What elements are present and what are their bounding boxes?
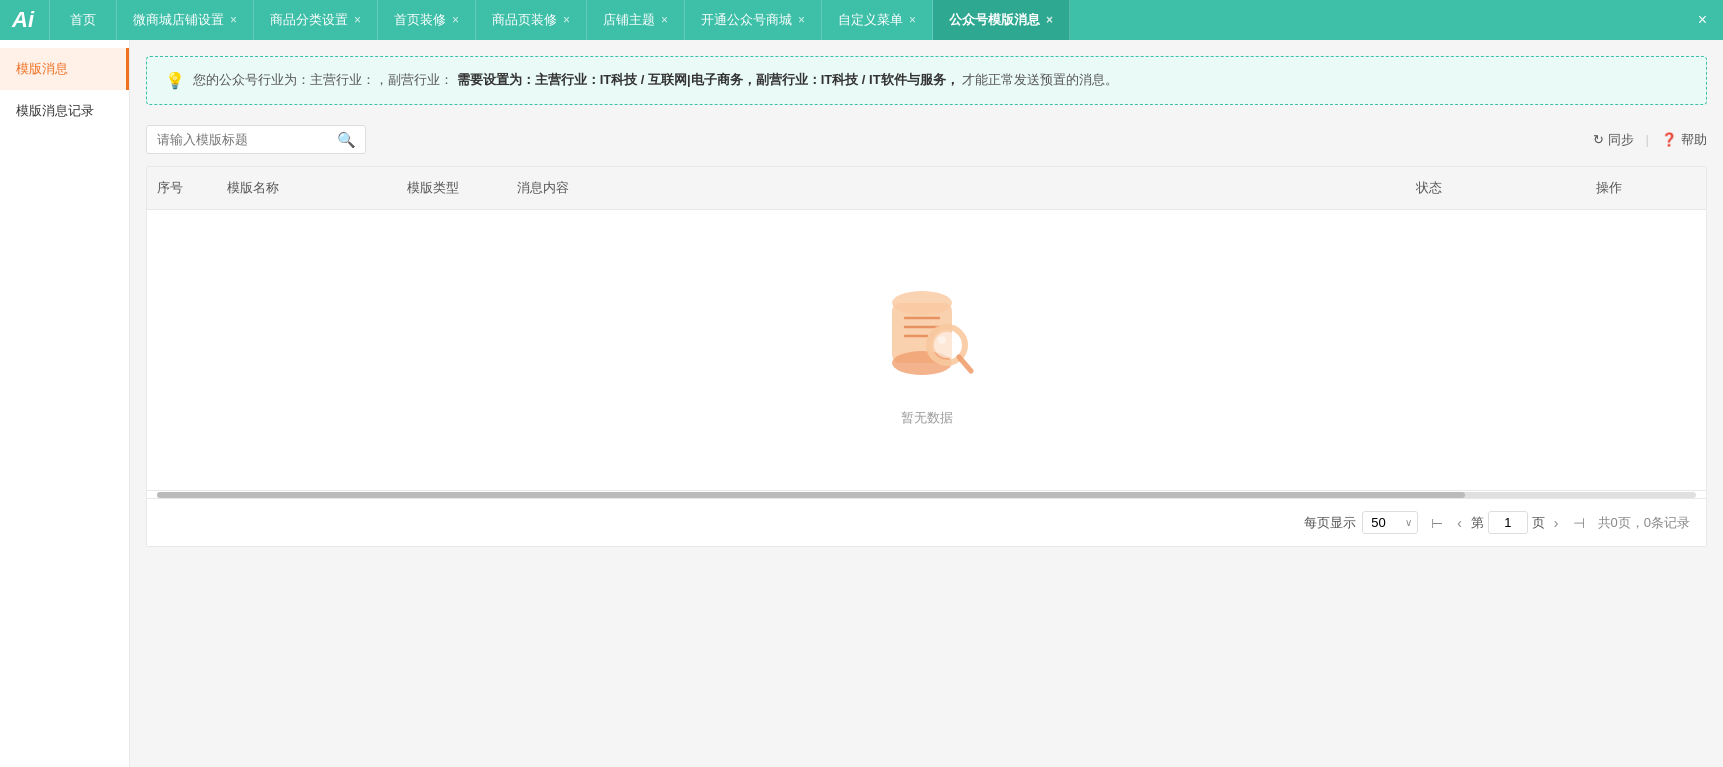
page-nav: ⊢ ‹ 第 页 › ⊣ <box>1426 511 1589 534</box>
nav-tab-label-shop-theme: 店铺主题 <box>603 11 655 29</box>
nav-tab-close-product-decor[interactable]: × <box>563 13 570 27</box>
search-input[interactable] <box>146 125 366 154</box>
nav-tab-close-shop-theme[interactable]: × <box>661 13 668 27</box>
logo: Ai <box>0 0 50 40</box>
page-layout: 模版消息模版消息记录 💡 您的公众号行业为：主营行业：，副营行业： 需要设置为：… <box>0 40 1723 767</box>
prev-page-button[interactable]: ‹ <box>1452 513 1467 533</box>
empty-text: 暂无数据 <box>901 409 953 427</box>
table-col-1: 模版名称 <box>217 167 397 209</box>
per-page-label: 每页显示 <box>1304 514 1356 532</box>
pagination: 每页显示 50 10 20 100 ⊢ ‹ 第 页 <box>147 498 1706 546</box>
notice-icon: 💡 <box>165 71 185 90</box>
nav-tab-wechat-shop[interactable]: 微商城店铺设置 × <box>117 0 254 40</box>
nav-tab-custom-menu[interactable]: 自定义菜单 × <box>822 0 933 40</box>
table-col-3: 消息内容 <box>507 167 1406 209</box>
svg-point-9 <box>938 336 946 344</box>
svg-line-8 <box>959 357 971 371</box>
page-size-dropdown[interactable]: 50 10 20 100 <box>1362 511 1418 534</box>
help-icon: ❓ <box>1661 132 1677 147</box>
nav-tab-label-template-msg: 公众号模版消息 <box>949 11 1040 29</box>
first-page-button[interactable]: ⊢ <box>1426 513 1448 533</box>
scrollbar-track <box>157 492 1696 498</box>
nav-tab-close-open-mall[interactable]: × <box>798 13 805 27</box>
nav-tab-open-mall[interactable]: 开通公众号商城 × <box>685 0 822 40</box>
empty-state: 暂无数据 <box>867 273 987 427</box>
table-col-4: 状态 <box>1406 167 1586 209</box>
empty-illustration <box>867 273 987 393</box>
svg-point-7 <box>934 332 960 358</box>
sync-icon: ↻ <box>1593 132 1604 147</box>
global-close-button[interactable]: × <box>1682 11 1723 29</box>
page-input[interactable] <box>1488 511 1528 534</box>
nav-tab-label-home-decor: 首页装修 <box>394 11 446 29</box>
nav-tab-label-product-decor: 商品页装修 <box>492 11 557 29</box>
nav-tab-home[interactable]: 首页 <box>50 0 117 40</box>
scrollbar-row[interactable] <box>147 490 1706 498</box>
page-prefix: 第 <box>1471 514 1484 532</box>
toolbar-right: ↻ 同步 | ❓ 帮助 <box>1593 131 1707 149</box>
nav-tab-close-template-msg[interactable]: × <box>1046 13 1053 27</box>
notice-box: 💡 您的公众号行业为：主营行业：，副营行业： 需要设置为：主营行业：IT科技 /… <box>146 56 1707 105</box>
sidebar-item-template-msg[interactable]: 模版消息 <box>0 48 129 90</box>
data-table: 序号模版名称模版类型消息内容状态操作 <box>146 166 1707 547</box>
nav-tab-close-home-decor[interactable]: × <box>452 13 459 27</box>
search-icon[interactable]: 🔍 <box>337 131 356 149</box>
table-col-0: 序号 <box>147 167 217 209</box>
nav-tab-close-product-category[interactable]: × <box>354 13 361 27</box>
sync-button[interactable]: ↻ 同步 <box>1593 131 1634 149</box>
nav-tab-label-product-category: 商品分类设置 <box>270 11 348 29</box>
nav-tab-close-custom-menu[interactable]: × <box>909 13 916 27</box>
sidebar-item-template-msg-record[interactable]: 模版消息记录 <box>0 90 129 132</box>
nav-tab-close-wechat-shop[interactable]: × <box>230 13 237 27</box>
page-total: 共0页，0条记录 <box>1598 514 1690 532</box>
table-col-2: 模版类型 <box>397 167 507 209</box>
table-col-5: 操作 <box>1586 167 1706 209</box>
scrollbar-thumb <box>157 492 1465 498</box>
sidebar: 模版消息模版消息记录 <box>0 40 130 767</box>
nav-tab-shop-theme[interactable]: 店铺主题 × <box>587 0 685 40</box>
help-button[interactable]: ❓ 帮助 <box>1661 131 1707 149</box>
nav-tab-product-category[interactable]: 商品分类设置 × <box>254 0 378 40</box>
per-page-select: 每页显示 50 10 20 100 <box>1304 511 1418 534</box>
table-header: 序号模版名称模版类型消息内容状态操作 <box>147 167 1706 210</box>
notice-text: 您的公众号行业为：主营行业：，副营行业： 需要设置为：主营行业：IT科技 / 互… <box>193 71 1118 89</box>
main-content: 💡 您的公众号行业为：主营行业：，副营行业： 需要设置为：主营行业：IT科技 /… <box>130 40 1723 767</box>
next-page-button[interactable]: › <box>1549 513 1564 533</box>
search-input-wrap: 🔍 <box>146 125 366 154</box>
nav-tab-label-custom-menu: 自定义菜单 <box>838 11 903 29</box>
last-page-button[interactable]: ⊣ <box>1568 513 1590 533</box>
top-nav: Ai 首页微商城店铺设置×商品分类设置×首页装修×商品页装修×店铺主题×开通公众… <box>0 0 1723 40</box>
nav-tab-label-wechat-shop: 微商城店铺设置 <box>133 11 224 29</box>
search-bar: 🔍 ↻ 同步 | ❓ 帮助 <box>146 125 1707 154</box>
nav-tab-template-msg[interactable]: 公众号模版消息 × <box>933 0 1070 40</box>
page-size-wrap: 50 10 20 100 <box>1362 511 1418 534</box>
nav-tab-home-decor[interactable]: 首页装修 × <box>378 0 476 40</box>
nav-tab-product-decor[interactable]: 商品页装修 × <box>476 0 587 40</box>
divider: | <box>1646 132 1649 147</box>
nav-tab-label-open-mall: 开通公众号商城 <box>701 11 792 29</box>
nav-tab-label-home: 首页 <box>70 11 96 29</box>
table-body: 暂无数据 <box>147 210 1706 490</box>
page-suffix: 页 <box>1532 514 1545 532</box>
